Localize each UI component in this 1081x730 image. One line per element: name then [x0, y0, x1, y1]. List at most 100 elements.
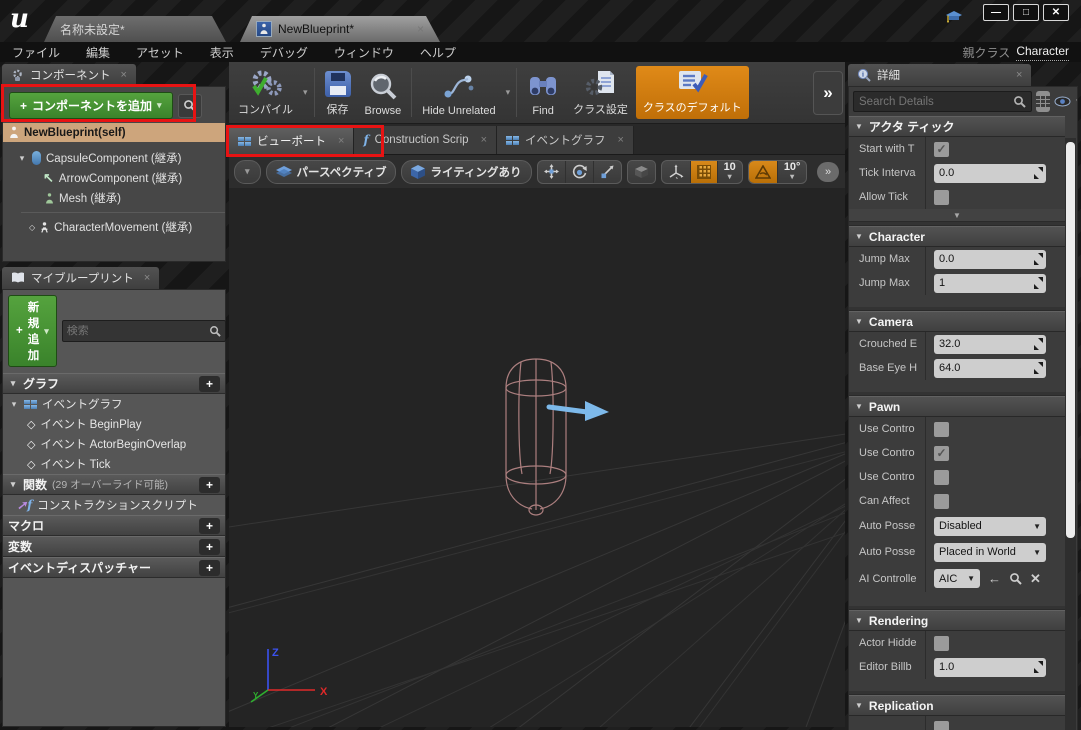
save-button[interactable]: 保存 [318, 64, 358, 121]
section-functions[interactable]: ▾ 関数 (29 オーバーライド可能) + [3, 474, 225, 495]
section-camera[interactable]: ▼ Camera [849, 311, 1065, 332]
number-input[interactable] [939, 253, 1019, 265]
surface-snap-button[interactable] [626, 159, 656, 184]
tab-details[interactable]: i 詳細 × [848, 64, 1032, 86]
tree-item-self[interactable]: NewBlueprint(self) [3, 123, 225, 142]
minimize-button[interactable]: — [983, 4, 1009, 21]
search-input[interactable] [66, 325, 209, 337]
lit-mode-button[interactable]: ライティングあり [401, 159, 532, 184]
details-search-input[interactable] [859, 95, 1013, 108]
drag-corner-icon[interactable] [1034, 276, 1043, 289]
section-actor-tick[interactable]: ▼ アクタ ティック [849, 116, 1065, 137]
maximize-button[interactable]: □ [1013, 4, 1039, 21]
tab-viewport[interactable]: ビューポート × [229, 126, 355, 154]
details-filter-button[interactable]: ▾ [1054, 96, 1077, 107]
number-field[interactable] [934, 358, 1046, 378]
browse-to-icon[interactable] [1009, 572, 1022, 585]
checkbox[interactable] [934, 469, 949, 485]
section-macros[interactable]: マクロ + [3, 515, 225, 536]
details-display-button[interactable] [1036, 91, 1050, 112]
menu-edit[interactable]: 編集 [86, 44, 110, 61]
menu-window[interactable]: ウィンドウ [334, 44, 394, 61]
details-scrollbar[interactable] [1065, 138, 1076, 730]
checkbox[interactable]: ✓ [934, 445, 949, 461]
number-field[interactable] [934, 163, 1046, 183]
checkbox[interactable] [934, 189, 949, 205]
list-item-event-tick[interactable]: ◇ イベント Tick [3, 454, 225, 474]
aic-dropdown[interactable]: AIC ▼ [934, 569, 980, 588]
checkbox[interactable] [934, 421, 949, 437]
drag-corner-icon[interactable] [1034, 660, 1043, 673]
parent-class-link[interactable]: Character [1016, 44, 1069, 61]
number-field[interactable] [934, 273, 1046, 293]
menu-file[interactable]: ファイル [12, 44, 60, 61]
list-item-event-actorbeginoverlap[interactable]: ◇ イベント ActorBeginOverlap [3, 434, 225, 454]
number-input[interactable] [939, 167, 1019, 179]
drag-corner-icon[interactable] [1034, 166, 1043, 179]
tree-item-charactermovement[interactable]: ◇ CharacterMovement (継承) [3, 217, 225, 237]
section-character[interactable]: ▼ Character [849, 226, 1065, 247]
rotation-snap-value-button[interactable]: 10° ▾ [778, 161, 807, 183]
close-button[interactable]: ✕ [1043, 4, 1069, 21]
menu-view[interactable]: 表示 [210, 44, 234, 61]
chevron-down-icon[interactable]: ▾ [9, 399, 19, 410]
section-graphs[interactable]: ▾ グラフ + [3, 373, 225, 394]
drag-corner-icon[interactable] [1034, 361, 1043, 374]
tree-item-mesh[interactable]: Mesh (継承) [3, 188, 225, 208]
number-input[interactable] [939, 661, 1019, 673]
add-dispatcher-button[interactable]: + [199, 559, 220, 576]
close-icon[interactable]: × [338, 135, 344, 147]
add-graph-button[interactable]: + [199, 375, 220, 392]
clear-icon[interactable]: ✕ [1030, 571, 1041, 587]
drag-corner-icon[interactable] [1034, 252, 1043, 265]
menu-debug[interactable]: デバッグ [260, 44, 308, 61]
find-button[interactable]: Find [520, 64, 566, 121]
browse-button[interactable]: Browse [358, 64, 409, 121]
add-component-button[interactable]: + コンポーネントを追加 ▾ [9, 92, 173, 119]
add-new-button[interactable]: + 新規追加 ▾ [8, 295, 57, 367]
details-search[interactable] [853, 91, 1032, 112]
section-expander[interactable]: ▼ [849, 209, 1065, 222]
section-event-dispatchers[interactable]: イベントディスパッチャー + [3, 557, 225, 578]
number-field[interactable] [934, 657, 1046, 677]
tab-construction-script[interactable]: f Construction Scrip × [354, 126, 498, 154]
close-icon[interactable]: × [618, 134, 624, 146]
menu-asset[interactable]: アセット [136, 44, 184, 61]
compile-button[interactable]: コンパイル [231, 64, 300, 121]
add-function-button[interactable]: + [199, 476, 220, 493]
tutorial-cap-icon[interactable] [945, 8, 963, 26]
rotate-tool-button[interactable] [566, 160, 594, 183]
use-selected-icon[interactable]: ← [988, 571, 1001, 586]
list-item-event-beginplay[interactable]: ◇ イベント BeginPlay [3, 414, 225, 434]
close-icon[interactable]: × [417, 22, 424, 36]
world-local-gizmo-button[interactable] [662, 160, 691, 183]
checkbox[interactable] [934, 720, 949, 730]
number-input[interactable] [939, 338, 1019, 350]
viewport-toolbar-overflow-button[interactable]: » [817, 161, 839, 182]
scale-tool-button[interactable] [594, 161, 621, 183]
my-blueprint-search[interactable] [61, 320, 226, 342]
components-search-button[interactable] [177, 93, 202, 118]
add-variable-button[interactable]: + [199, 538, 220, 555]
toolbar-overflow-button[interactable]: » [813, 70, 843, 115]
list-item-event-graph[interactable]: ▾ イベントグラフ [3, 394, 225, 414]
close-icon[interactable]: × [121, 69, 127, 81]
checkbox[interactable] [934, 493, 949, 509]
compile-options-caret[interactable]: ▾ [300, 87, 311, 98]
tab-my-blueprint[interactable]: マイブループリント × [2, 267, 160, 289]
section-pawn[interactable]: ▼ Pawn [849, 396, 1065, 417]
section-variables[interactable]: 変数 + [3, 536, 225, 557]
checkbox[interactable]: ✓ [934, 141, 949, 157]
asset-tab-newblueprint[interactable]: NewBlueprint* × [240, 16, 440, 42]
hide-unrelated-button[interactable]: Hide Unrelated [415, 64, 502, 121]
tree-item-arrow[interactable]: ↖ ArrowComponent (継承) [3, 168, 225, 188]
scrollbar-thumb[interactable] [1066, 142, 1075, 538]
rotation-snap-toggle[interactable] [748, 160, 778, 183]
checkbox[interactable] [934, 635, 949, 651]
close-icon[interactable]: × [1016, 69, 1022, 81]
class-settings-button[interactable]: クラス設定 [566, 64, 635, 121]
number-field[interactable] [934, 249, 1046, 269]
hide-unrelated-caret[interactable]: ▾ [503, 87, 514, 98]
viewport-3d[interactable]: Z X Y [229, 188, 845, 727]
grid-snap-toggle[interactable] [690, 160, 718, 183]
